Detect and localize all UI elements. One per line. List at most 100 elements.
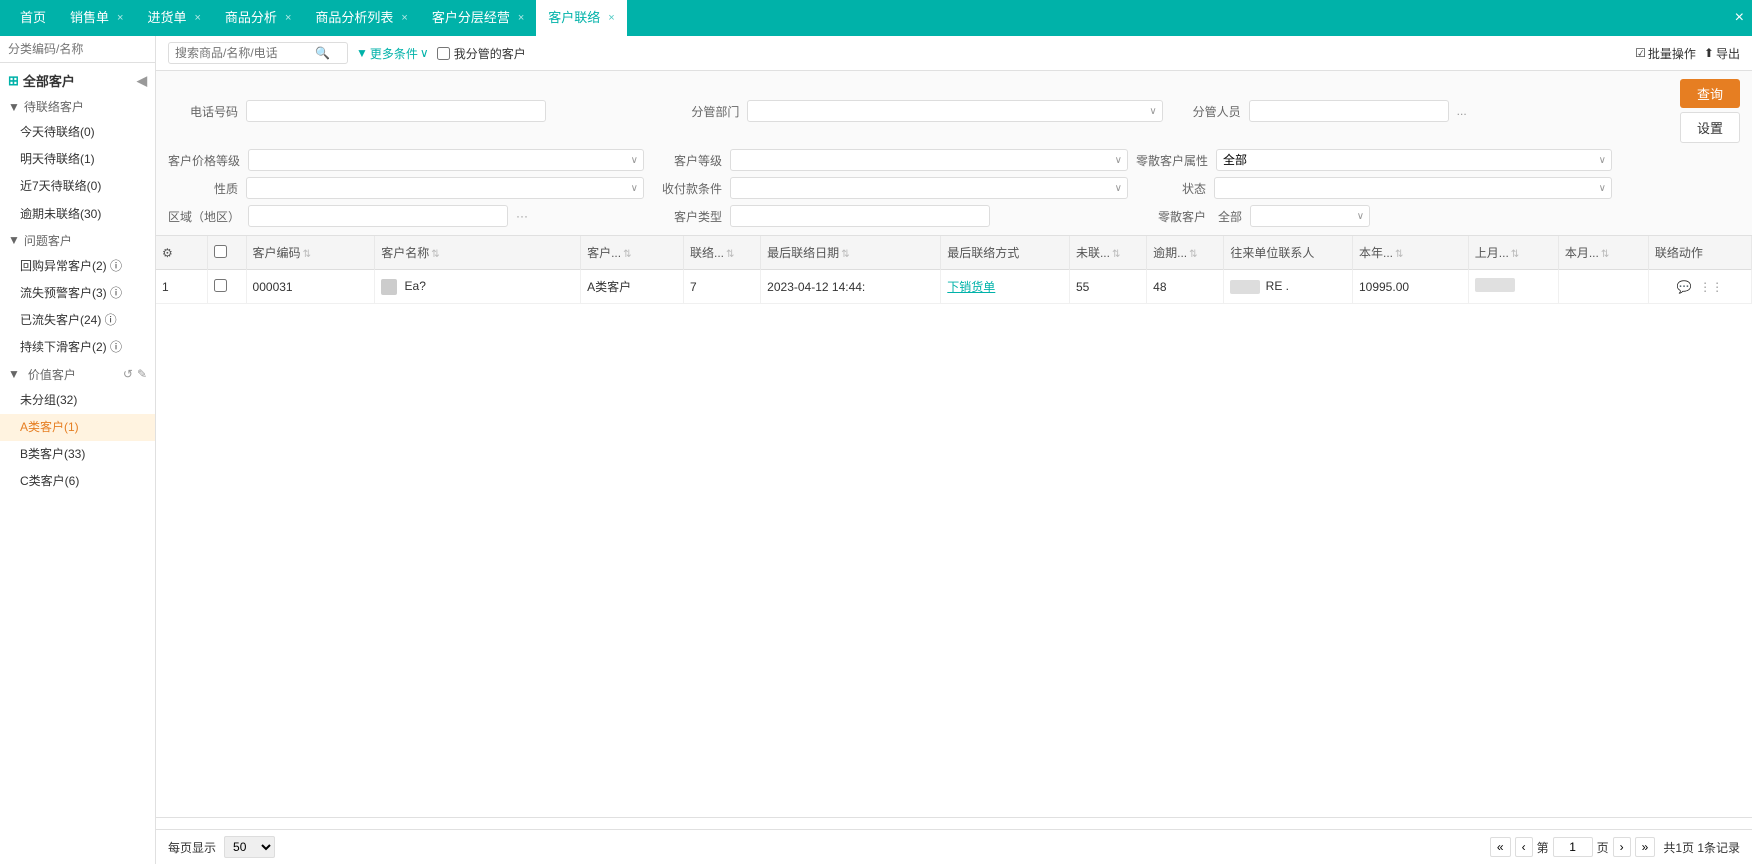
sidebar-item-class-a[interactable]: A类客户(1) [0,414,155,441]
section-arrow-problem: ▼ [8,233,20,247]
my-customers-input[interactable] [437,47,450,60]
my-customers-checkbox[interactable]: 我分管的客户 [437,45,526,62]
per-page-select[interactable]: 50 20 50 100 [224,836,275,858]
cell-name[interactable]: Ea? [375,270,581,304]
sidebar-item-7days[interactable]: 近7天待联络(0) [0,173,155,200]
filter-manager: 分管人员 ... [1171,100,1664,122]
sidebar-collapse-btn[interactable]: ◀ [137,73,147,89]
cell-checkbox[interactable] [207,270,246,304]
filter-payment-select[interactable] [730,177,1128,199]
filter-manager-input[interactable] [1249,100,1449,122]
export-btn[interactable]: ⬆ 导出 [1704,45,1740,62]
sidebar-item-today[interactable]: 今天待联络(0) [0,119,155,146]
sidebar-item-churned[interactable]: 已流失客户(24) ⓘ [0,307,155,334]
sort-lastmonth-icon: ⇅ [1511,249,1519,260]
sidebar-item-churn-warning[interactable]: 流失预警客户(3) ⓘ [0,280,155,307]
horizontal-scrollbar[interactable] [156,817,1752,829]
nav-sales-close[interactable]: × [117,0,123,36]
prev-page-btn[interactable]: ‹ [1515,837,1533,857]
filter-dept-select[interactable] [747,100,1162,122]
last-page-btn[interactable]: » [1635,837,1656,857]
th-settings[interactable]: ⚙ [156,236,207,270]
edit-group-icon[interactable]: ✎ [137,367,147,381]
action-more-icon[interactable]: ⋮⋮ [1699,280,1723,294]
main-search-input[interactable] [175,46,315,60]
main-search-bar: 🔍 [168,42,348,64]
filter-retail-customer-select[interactable] [1250,205,1370,227]
th-no-contact-days[interactable]: 未联...⇅ [1069,236,1146,270]
filter-status-select[interactable] [1214,177,1612,199]
sidebar-search-input[interactable] [8,42,156,56]
sidebar-item-class-c[interactable]: C类客户(6) [0,468,155,495]
th-overdue[interactable]: 逾期...⇅ [1147,236,1224,270]
filter-price-level-select[interactable] [248,149,644,171]
cell-code[interactable]: 000031 [246,270,375,304]
action-chat-icon[interactable]: 💬 [1677,280,1692,294]
nav-purchase[interactable]: 进货单 × [135,0,212,36]
nav-sales[interactable]: 销售单 × [58,0,135,36]
sidebar-section-pending[interactable]: ▼ 待联络客户 [0,94,155,119]
sidebar-item-unclassified[interactable]: 未分组(32) [0,387,155,414]
th-customer-type[interactable]: 客户...⇅ [581,236,684,270]
query-button[interactable]: 查询 [1680,79,1740,108]
nav-customer-tier-close[interactable]: × [518,0,524,36]
sidebar-item-declining[interactable]: 持续下滑客户(2) ⓘ [0,334,155,361]
nav-customer-contact[interactable]: 客户联络 × [536,0,626,36]
filter-manager-dots[interactable]: ... [1457,104,1467,118]
filter-customer-type-input[interactable] [730,205,990,227]
row-checkbox[interactable] [214,279,227,292]
main-search-icon[interactable]: 🔍 [315,46,330,60]
settings-icon[interactable]: ⚙ [162,246,173,260]
sidebar-item-tomorrow[interactable]: 明天待联络(1) [0,146,155,173]
sidebar-section-problem[interactable]: ▼ 问题客户 [0,228,155,253]
select-all-checkbox[interactable] [214,245,227,258]
more-filters-btn[interactable]: ▼ 更多条件 ∨ [356,45,429,62]
th-last-contact-date[interactable]: 最后联络日期⇅ [761,236,941,270]
th-checkbox[interactable] [207,236,246,270]
filter-nature-select[interactable] [246,177,644,199]
last-method-link[interactable]: 下销货单 [947,280,995,294]
close-all-tabs[interactable]: × [1735,9,1744,27]
filter-customer-level-select[interactable] [730,149,1128,171]
refresh-icon[interactable]: ↺ [123,367,133,381]
cell-type: A类客户 [581,270,684,304]
next-page-btn[interactable]: › [1613,837,1631,857]
th-last-contact-method[interactable]: 最后联络方式 [941,236,1070,270]
nav-purchase-close[interactable]: × [194,0,200,36]
cell-actions[interactable]: 💬 ⋮⋮ [1648,270,1751,304]
th-customer-name[interactable]: 客户名称⇅ [375,236,581,270]
cell-this-month [1558,270,1648,304]
batch-operation-btn[interactable]: ☑ 批量操作 [1635,45,1696,62]
nav-customer-contact-close[interactable]: × [608,0,614,36]
th-customer-code[interactable]: 客户编码⇅ [246,236,375,270]
th-year-amount[interactable]: 本年...⇅ [1352,236,1468,270]
th-contact-person[interactable]: 往来单位联系人 [1224,236,1353,270]
first-page-btn[interactable]: « [1490,837,1511,857]
filter-phone-input[interactable] [246,100,546,122]
nav-product-analysis-list-close[interactable]: × [401,0,407,36]
sidebar-section-value[interactable]: ▼ 价值客户 ↺ ✎ [0,362,155,387]
total-records-label: 共1页 1条记录 [1663,839,1740,856]
th-this-month[interactable]: 本月...⇅ [1558,236,1648,270]
sidebar-title: 全部客户 [23,71,75,90]
table-row: 1 000031 Ea? A类客户 7 2023-04- [156,270,1752,304]
filter-region-input[interactable] [248,205,508,227]
pagination: « ‹ 第 页 › » [1490,837,1655,857]
page-input[interactable] [1553,837,1593,857]
sidebar-item-repurchase-abnormal[interactable]: 回购异常客户(2) ⓘ [0,253,155,280]
filter-retail-attr-select[interactable]: 全部 [1216,149,1612,171]
nav-customer-tier[interactable]: 客户分层经营 × [420,0,536,36]
nav-product-analysis-list[interactable]: 商品分析列表 × [303,0,419,36]
setting-button[interactable]: 设置 [1680,112,1740,143]
nav-product-analysis-close[interactable]: × [285,0,291,36]
th-last-month[interactable]: 上月...⇅ [1468,236,1558,270]
nav-product-analysis[interactable]: 商品分析 × [213,0,303,36]
filter-phone: 电话号码 [168,100,661,122]
cell-contact-person: RE . [1224,270,1353,304]
nav-home[interactable]: 首页 [8,0,58,36]
sidebar-item-class-b[interactable]: B类客户(33) [0,441,155,468]
th-contact-count[interactable]: 联络...⇅ [683,236,760,270]
sidebar-item-overdue-contact[interactable]: 逾期未联络(30) [0,201,155,228]
filter-region-dots[interactable]: ··· [516,209,528,223]
cell-last-method[interactable]: 下销货单 [941,270,1070,304]
